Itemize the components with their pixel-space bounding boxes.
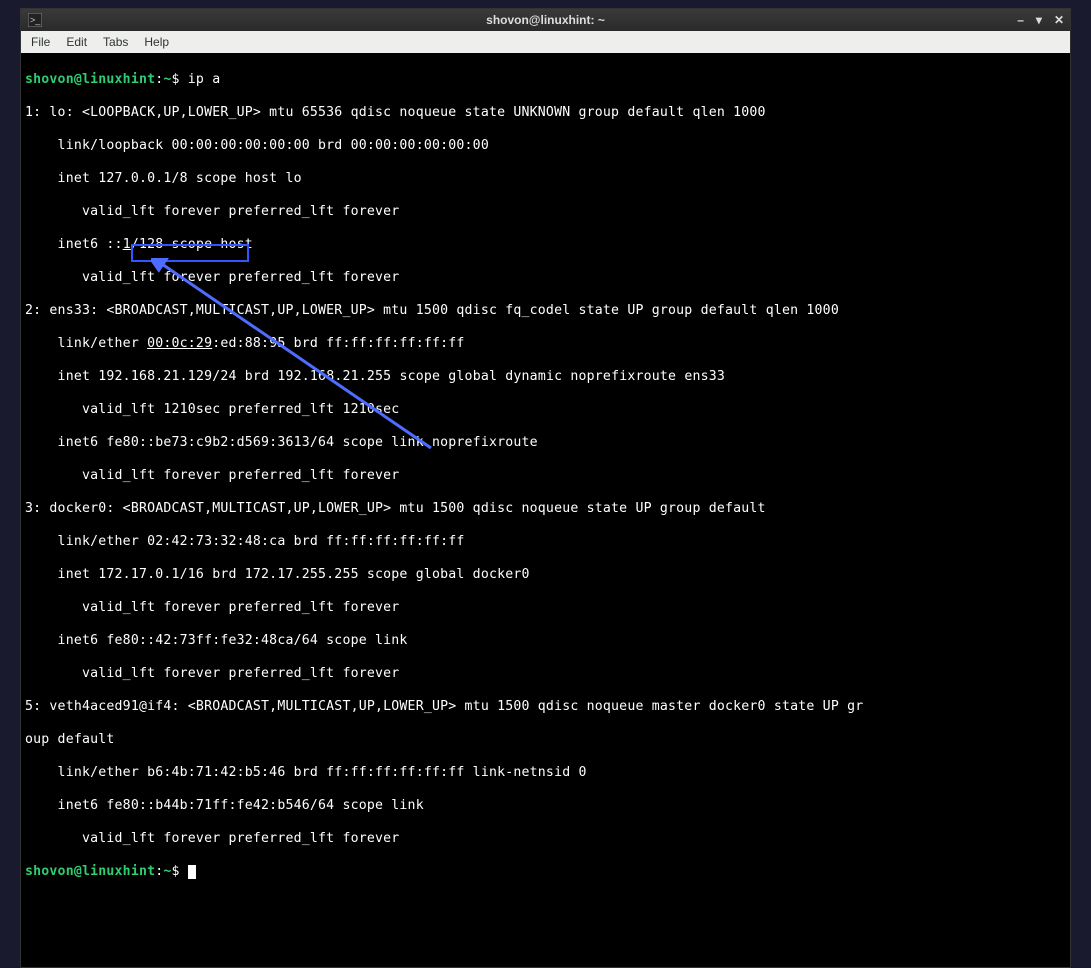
prompt-userhost: shovon@linuxhint: [25, 864, 155, 879]
cursor: [188, 865, 196, 879]
output-line: oup default: [25, 732, 1066, 749]
menu-help[interactable]: Help: [144, 35, 169, 49]
output-line: inet6 fe80::42:73ff:fe32:48ca/64 scope l…: [25, 633, 1066, 650]
output-line: inet6 ::1/128 scope host: [25, 237, 1066, 254]
titlebar[interactable]: >_ shovon@linuxhint: ~ – ▾ ✕: [21, 9, 1070, 31]
terminal-area[interactable]: shovon@linuxhint:~$ ip a 1: lo: <LOOPBAC…: [21, 53, 1070, 967]
maximize-button[interactable]: ▾: [1034, 13, 1044, 27]
output-line: valid_lft forever preferred_lft forever: [25, 270, 1066, 287]
output-line: link/ether b6:4b:71:42:b5:46 brd ff:ff:f…: [25, 765, 1066, 782]
prompt-line: shovon@linuxhint:~$ ip a: [25, 72, 1066, 89]
output-line: link/loopback 00:00:00:00:00:00 brd 00:0…: [25, 138, 1066, 155]
output-line: inet 192.168.21.129/24 brd 192.168.21.25…: [25, 369, 1066, 386]
highlighted-ip: 192.168.21.129: [98, 369, 212, 384]
menu-tabs[interactable]: Tabs: [103, 35, 128, 49]
output-line: inet6 fe80::b44b:71ff:fe42:b546/64 scope…: [25, 798, 1066, 815]
output-line: valid_lft forever preferred_lft forever: [25, 204, 1066, 221]
output-line: valid_lft forever preferred_lft forever: [25, 831, 1066, 848]
window-buttons: – ▾ ✕: [1015, 9, 1066, 31]
minimize-button[interactable]: –: [1015, 13, 1026, 27]
terminal-window: >_ shovon@linuxhint: ~ – ▾ ✕ File Edit T…: [20, 8, 1071, 968]
menu-edit[interactable]: Edit: [66, 35, 87, 49]
terminal-icon: >_: [27, 12, 43, 28]
output-line: inet 127.0.0.1/8 scope host lo: [25, 171, 1066, 188]
output-line: link/ether 00:0c:29:ed:88:95 brd ff:ff:f…: [25, 336, 1066, 353]
output-line: 3: docker0: <BROADCAST,MULTICAST,UP,LOWE…: [25, 501, 1066, 518]
svg-text:>_: >_: [30, 15, 41, 25]
command-text: ip a: [188, 72, 221, 87]
output-line: valid_lft 1210sec preferred_lft 1210sec: [25, 402, 1066, 419]
close-button[interactable]: ✕: [1052, 13, 1066, 27]
prompt-path: ~: [163, 72, 171, 87]
output-line: 1: lo: <LOOPBACK,UP,LOWER_UP> mtu 65536 …: [25, 105, 1066, 122]
output-line: 5: veth4aced91@if4: <BROADCAST,MULTICAST…: [25, 699, 1066, 716]
output-line: inet6 fe80::be73:c9b2:d569:3613/64 scope…: [25, 435, 1066, 452]
menu-file[interactable]: File: [31, 35, 50, 49]
prompt-line-2: shovon@linuxhint:~$: [25, 864, 1066, 881]
prompt-sep2: $: [172, 72, 180, 87]
window-title: shovon@linuxhint: ~: [21, 13, 1070, 27]
annotation-arrow-icon: [151, 258, 441, 458]
prompt-userhost: shovon@linuxhint: [25, 72, 155, 87]
output-line: valid_lft forever preferred_lft forever: [25, 600, 1066, 617]
menubar: File Edit Tabs Help: [21, 31, 1070, 53]
output-line: 2: ens33: <BROADCAST,MULTICAST,UP,LOWER_…: [25, 303, 1066, 320]
output-line: valid_lft forever preferred_lft forever: [25, 666, 1066, 683]
output-line: inet 172.17.0.1/16 brd 172.17.255.255 sc…: [25, 567, 1066, 584]
output-line: valid_lft forever preferred_lft forever: [25, 468, 1066, 485]
